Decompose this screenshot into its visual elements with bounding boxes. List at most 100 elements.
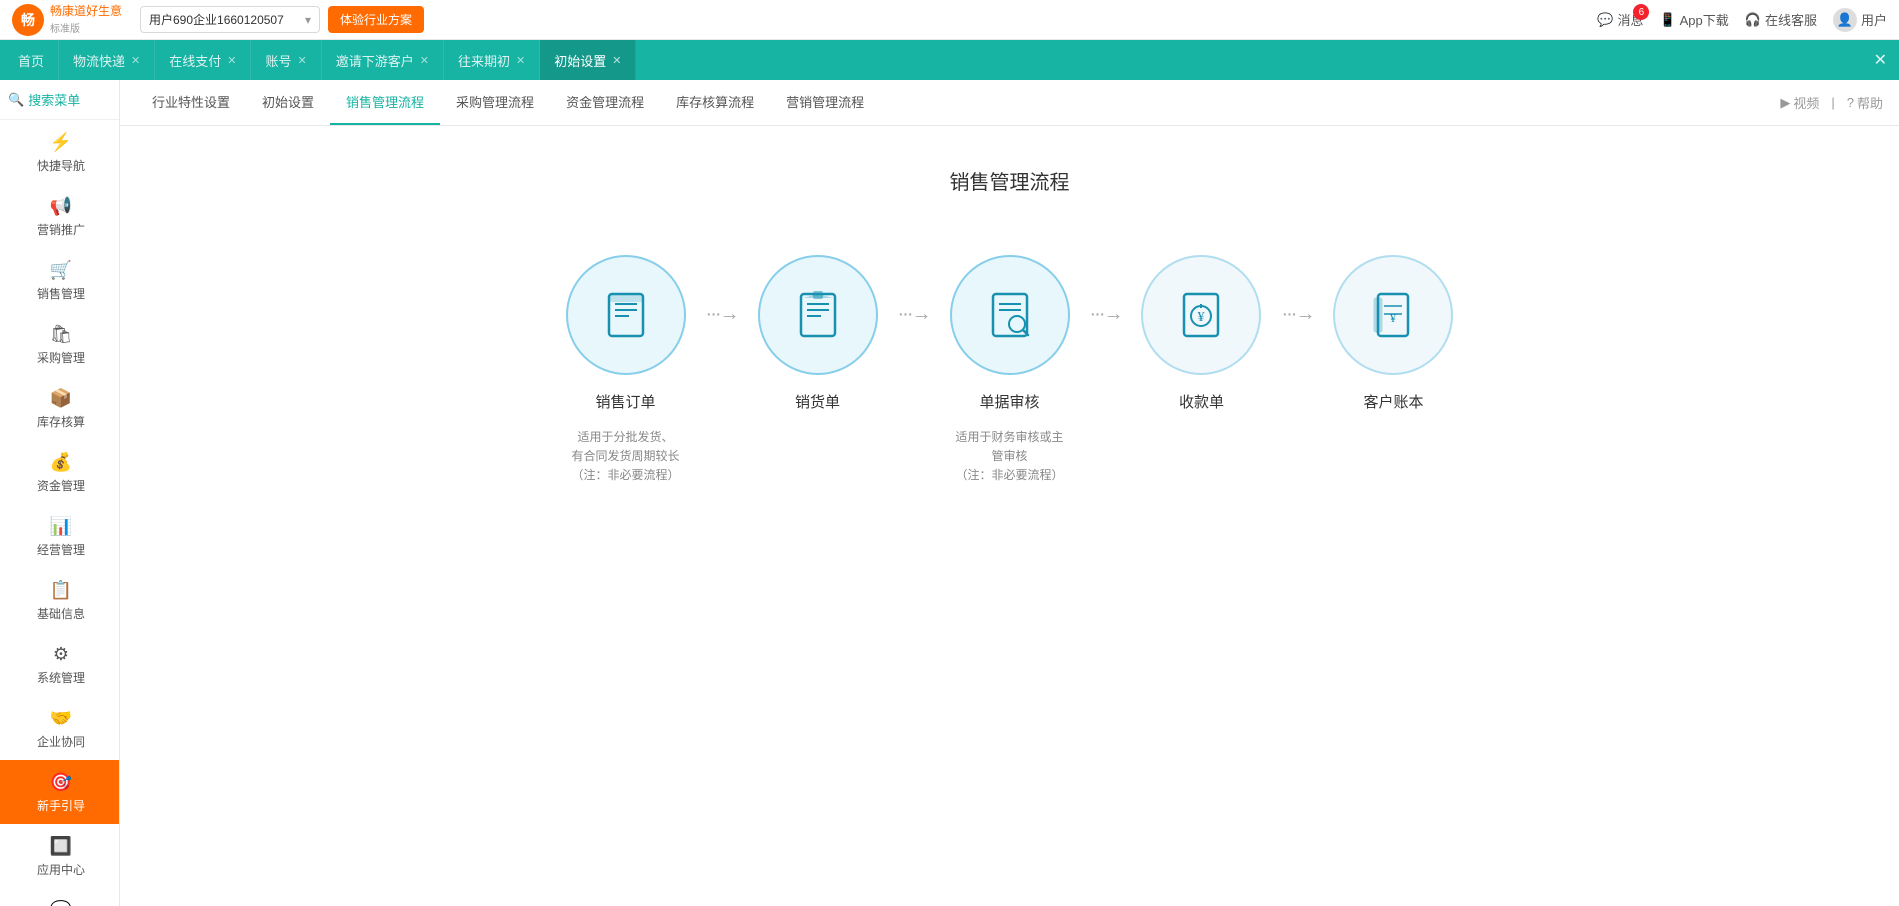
node-label: 销售订单	[596, 391, 656, 412]
review-circle[interactable]	[950, 255, 1070, 375]
app-download-label: App下载	[1680, 10, 1729, 29]
content-area: 行业特性设置 初始设置 销售管理流程 采购管理流程 资金管理流程 库存核算流程 …	[120, 80, 1899, 906]
sidebar-item-label: 应用中心	[37, 861, 85, 878]
online-service-label: 在线客服	[1765, 10, 1817, 29]
sub-tab-industry[interactable]: 行业特性设置	[136, 80, 246, 125]
system-icon: ⚙	[53, 644, 69, 665]
svg-text:¥: ¥	[1198, 310, 1205, 325]
sidebar-item-operation[interactable]: 📊 经营管理	[0, 504, 119, 568]
close-icon[interactable]: ✕	[420, 54, 429, 67]
close-icon[interactable]: ✕	[516, 54, 525, 67]
video-button[interactable]: ▶ 视频	[1780, 93, 1819, 112]
sidebar-item-label: 经营管理	[37, 541, 85, 558]
sub-tab-marketing-flow[interactable]: 营销管理流程	[770, 80, 880, 125]
logo-area: 畅 畅康道好生意 标准版	[12, 4, 132, 36]
nav-tab-period[interactable]: 往来期初 ✕	[444, 40, 540, 80]
purchase-icon: 🛍	[50, 324, 73, 345]
nav-tabs: 首页 物流快递 ✕ 在线支付 ✕ 账号 ✕ 邀请下游客户 ✕ 往来期初 ✕ 初始…	[0, 40, 1899, 80]
node-label: 销货单	[795, 391, 840, 412]
sidebar-item-app-center[interactable]: 🔲 应用中心	[0, 824, 119, 888]
download-icon: 📱	[1659, 12, 1675, 28]
sidebar-item-sales[interactable]: 🛒 销售管理	[0, 248, 119, 312]
finance-icon: 💰	[50, 452, 72, 473]
sidebar-item-label: 营销推广	[37, 221, 85, 238]
logo-icon: 畅	[12, 4, 44, 36]
nav-tab-payment[interactable]: 在线支付 ✕	[155, 40, 251, 80]
nav-tab-invite[interactable]: 邀请下游客户 ✕	[322, 40, 444, 80]
sidebar-item-label: 基础信息	[37, 605, 85, 622]
online-service-button[interactable]: 🎧 在线客服	[1745, 10, 1817, 29]
app-download-button[interactable]: 📱 App下载	[1659, 10, 1728, 29]
sidebar-item-wechat[interactable]: 💬 企业微信	[0, 888, 119, 906]
newbie-icon: 🎯	[50, 772, 72, 793]
sidebar-item-newbie-guide[interactable]: 🎯 新手引导	[0, 760, 119, 824]
logo-text: 畅康道好生意	[50, 4, 122, 20]
main-layout: 🔍 搜索菜单 ⚡ 快捷导航 📢 营销推广 🛒 销售管理 🛍 采购管理 📦 库存核…	[0, 80, 1899, 906]
video-icon: ▶	[1780, 95, 1790, 111]
node-label: 收款单	[1179, 391, 1224, 412]
arrow-1: ···→	[706, 255, 738, 326]
sub-tab-inventory-flow[interactable]: 库存核算流程	[660, 80, 770, 125]
svg-text:¥: ¥	[1390, 311, 1396, 325]
close-icon[interactable]: ✕	[298, 54, 307, 67]
sidebar-search-button[interactable]: 🔍 搜索菜单	[0, 80, 119, 120]
help-button[interactable]: ? 帮助	[1847, 93, 1883, 112]
flow-node-sales-slip: 销货单	[738, 255, 898, 428]
sidebar-item-inventory[interactable]: 📦 库存核算	[0, 376, 119, 440]
sidebar-item-purchase[interactable]: 🛍 采购管理	[0, 312, 119, 376]
arrow-2: ···→	[898, 255, 930, 326]
top-bar-right: 💬 消息 6 📱 App下载 🎧 在线客服 👤 用户	[1597, 8, 1887, 32]
nav-tab-initial-setup[interactable]: 初始设置 ✕	[540, 40, 636, 80]
sidebar-search-label: 搜索菜单	[28, 90, 80, 109]
logo-sub: 标准版	[50, 20, 122, 35]
sidebar-item-quick-nav[interactable]: ⚡ 快捷导航	[0, 120, 119, 184]
close-icon[interactable]: ✕	[612, 54, 621, 67]
messages-button[interactable]: 💬 消息 6	[1597, 10, 1643, 29]
ledger-circle[interactable]: ¥	[1333, 255, 1453, 375]
sub-tab-initial[interactable]: 初始设置	[246, 80, 330, 125]
help-icon: ?	[1847, 95, 1854, 110]
nav-tab-home[interactable]: 首页	[4, 40, 59, 80]
sidebar-item-marketing[interactable]: 📢 营销推广	[0, 184, 119, 248]
search-icon: 🔍	[8, 92, 24, 108]
sidebar-item-label: 企业协同	[37, 733, 85, 750]
flow-node-review: 单据审核 适用于财务审核或主管审核（注：非必要流程）	[930, 255, 1090, 486]
node-desc: 适用于财务审核或主管审核（注：非必要流程）	[955, 428, 1063, 486]
flow-diagram: 销售订单 适用于分批发货、有合同发货周期较长（注：非必要流程） ···→	[546, 255, 1474, 486]
node-label: 单据审核	[979, 391, 1039, 412]
nav-tab-logistics[interactable]: 物流快递 ✕	[59, 40, 155, 80]
sidebar-item-basic-info[interactable]: 📋 基础信息	[0, 568, 119, 632]
close-icon[interactable]: ✕	[227, 54, 236, 67]
sub-tab-right-actions: ▶ 视频 | ? 帮助	[1780, 93, 1883, 112]
sub-tab-finance-flow[interactable]: 资金管理流程	[550, 80, 660, 125]
close-all-tabs-button[interactable]: ✕	[1862, 40, 1899, 80]
flow-content: 销售管理流程 销售订单 适用于分批发货、有合同发货周期较长（注	[120, 126, 1899, 906]
message-badge: 6	[1633, 4, 1649, 20]
sidebar-item-enterprise[interactable]: 🤝 企业协同	[0, 696, 119, 760]
trial-button[interactable]: 体验行业方案	[328, 6, 424, 33]
logo-text-area: 畅康道好生意 标准版	[50, 4, 122, 35]
user-menu[interactable]: 👤 用户	[1833, 8, 1887, 32]
user-label: 用户690企业1660120507	[149, 11, 284, 28]
sidebar-item-label: 库存核算	[37, 413, 85, 430]
sales-slip-circle[interactable]	[758, 255, 878, 375]
sidebar-item-finance[interactable]: 💰 资金管理	[0, 440, 119, 504]
sidebar-item-system[interactable]: ⚙ 系统管理	[0, 632, 119, 696]
arrow-3: ···→	[1090, 255, 1122, 326]
flow-node-sales-order: 销售订单 适用于分批发货、有合同发货周期较长（注：非必要流程）	[546, 255, 706, 486]
sidebar: 🔍 搜索菜单 ⚡ 快捷导航 📢 营销推广 🛒 销售管理 🛍 采购管理 📦 库存核…	[0, 80, 120, 906]
receipt-circle[interactable]: ¥	[1141, 255, 1261, 375]
flow-node-ledger: ¥ 客户账本	[1313, 255, 1473, 428]
node-desc: 适用于分批发货、有合同发货周期较长（注：非必要流程）	[572, 428, 680, 486]
user-selector[interactable]: 用户690企业1660120507 ▾	[140, 6, 320, 33]
close-icon[interactable]: ✕	[131, 54, 140, 67]
nav-tab-account[interactable]: 账号 ✕	[251, 40, 321, 80]
sub-tab-sales-flow[interactable]: 销售管理流程	[330, 80, 440, 125]
sales-order-circle[interactable]	[566, 255, 686, 375]
top-bar: 畅 畅康道好生意 标准版 用户690企业1660120507 ▾ 体验行业方案 …	[0, 0, 1899, 40]
sidebar-item-label: 系统管理	[37, 669, 85, 686]
node-label: 客户账本	[1363, 391, 1423, 412]
sidebar-item-label: 资金管理	[37, 477, 85, 494]
sub-tab-purchase-flow[interactable]: 采购管理流程	[440, 80, 550, 125]
wechat-icon: 💬	[50, 900, 72, 906]
